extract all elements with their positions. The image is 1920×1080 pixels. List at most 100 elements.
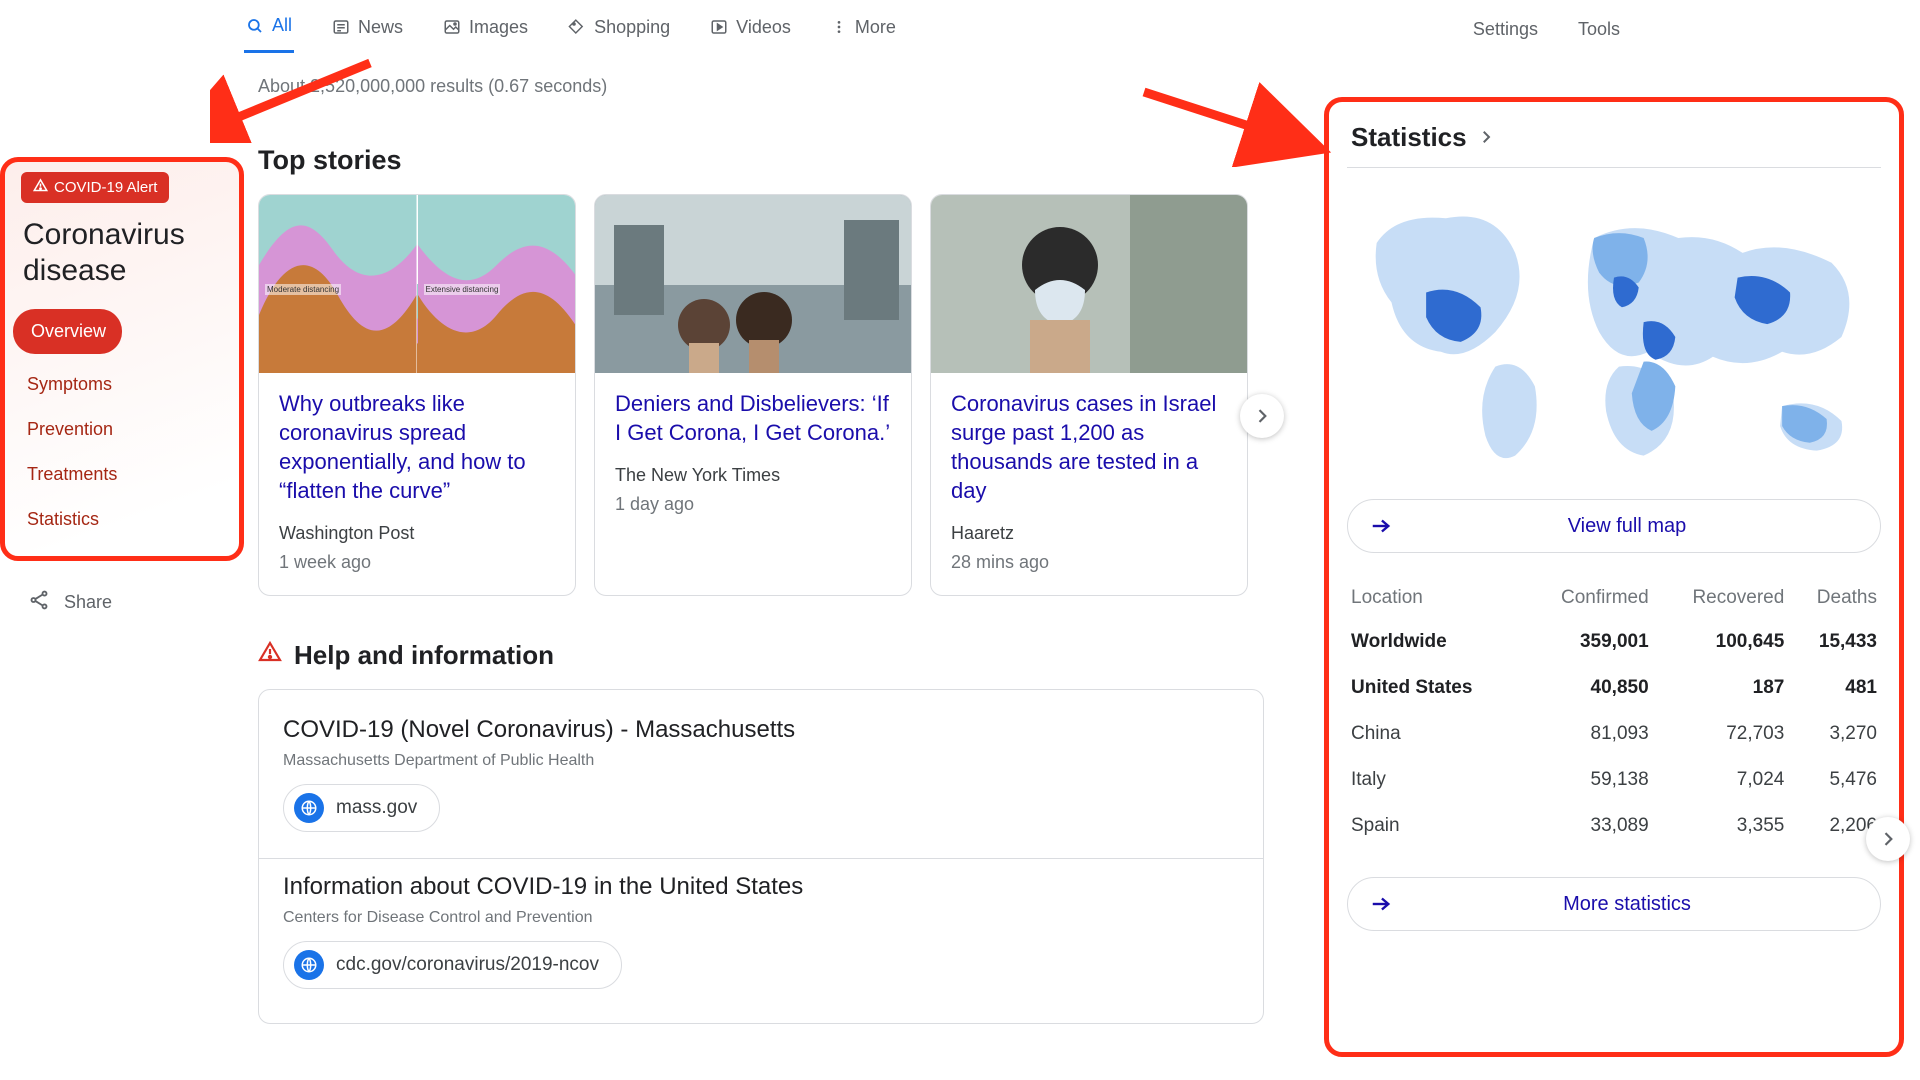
cell: 5,476 [1788,757,1881,803]
covid-alert-label: COVID-19 Alert [54,179,157,196]
help-source-chip[interactable]: cdc.gov/coronavirus/2019-ncov [283,941,622,989]
sidebar-item-prevention[interactable]: Prevention [5,407,239,452]
story-title[interactable]: Coronavirus cases in Israel surge past 1… [951,389,1227,505]
globe-icon [294,950,324,980]
tab-shopping-label: Shopping [594,17,670,38]
tab-news-label: News [358,17,403,38]
help-heading-label: Help and information [294,640,554,671]
top-stories-heading: Top stories [258,145,1264,176]
tab-more-label: More [855,17,896,38]
top-stories-carousel: Moderate distancing [258,194,1264,596]
cell: 100,645 [1653,619,1789,665]
tab-shopping[interactable]: Shopping [566,7,672,52]
cell: China [1347,711,1523,757]
warning-icon [33,178,48,197]
story-time: 1 week ago [279,552,555,573]
table-row[interactable]: China81,09372,7033,270 [1347,711,1881,757]
help-heading: Help and information [258,640,1264,671]
arrow-right-icon [1368,515,1394,537]
help-chip-label: cdc.gov/coronavirus/2019-ncov [336,954,599,976]
tab-videos-label: Videos [736,17,791,38]
tab-more[interactable]: More [829,7,898,52]
tab-all[interactable]: All [244,5,294,53]
chevron-right-icon [1477,122,1495,153]
tab-all-label: All [272,15,292,36]
sidebar-title: Coronavirus disease [23,217,223,289]
search-tabs-bar: All News Images Shopping Videos More Set… [0,0,1920,58]
cell: Italy [1347,757,1523,803]
world-map[interactable] [1347,182,1881,487]
story-time: 28 mins ago [951,552,1227,573]
table-row[interactable]: United States40,850187481 [1347,665,1881,711]
story-thumbnail: Moderate distancing [259,195,575,373]
image-icon [443,18,461,36]
view-full-map-button[interactable]: View full map [1347,499,1881,553]
cell: 359,001 [1523,619,1653,665]
arrow-right-icon [1368,893,1394,915]
globe-icon [294,793,324,823]
cell: Spain [1347,803,1523,849]
story-title[interactable]: Why outbreaks like coronavirus spread ex… [279,389,555,505]
thumb-caption: Extensive distancing [424,284,501,295]
cell: 7,024 [1653,757,1789,803]
covid-alert-badge: COVID-19 Alert [21,172,169,203]
story-source: The New York Times [615,465,891,486]
help-source-chip[interactable]: mass.gov [283,784,440,832]
cell: 72,703 [1653,711,1789,757]
cell: 59,138 [1523,757,1653,803]
stories-next-button[interactable] [1240,394,1284,438]
tab-images[interactable]: Images [441,7,530,52]
statistics-heading[interactable]: Statistics [1347,116,1881,168]
col-location: Location [1347,579,1523,619]
settings-link[interactable]: Settings [1473,19,1538,40]
help-chip-label: mass.gov [336,797,417,819]
table-header: Location Confirmed Recovered Deaths [1347,579,1881,619]
help-box: COVID-19 (Novel Coronavirus) - Massachus… [258,689,1264,1024]
help-item: COVID-19 (Novel Coronavirus) - Massachus… [259,702,1263,854]
story-source: Haaretz [951,523,1227,544]
table-row[interactable]: Worldwide359,001100,64515,433 [1347,619,1881,665]
help-item-title[interactable]: COVID-19 (Novel Coronavirus) - Massachus… [283,716,1239,744]
cell: United States [1347,665,1523,711]
table-row[interactable]: Italy59,1387,0245,476 [1347,757,1881,803]
share-button[interactable]: Share [28,589,244,616]
sidebar-item-treatments[interactable]: Treatments [5,452,239,497]
statistics-table: Location Confirmed Recovered Deaths Worl… [1347,579,1881,849]
story-source: Washington Post [279,523,555,544]
cell: 15,433 [1788,619,1881,665]
cell: 33,089 [1523,803,1653,849]
covid-sidebar-panel: COVID-19 Alert Coronavirus disease Overv… [0,157,244,561]
story-card[interactable]: Moderate distancing [258,194,576,596]
sidebar-item-statistics[interactable]: Statistics [5,497,239,542]
statistics-next-button[interactable] [1866,817,1910,861]
tools-link[interactable]: Tools [1578,19,1620,40]
help-item: Information about COVID-19 in the United… [259,858,1263,1011]
col-deaths: Deaths [1788,579,1881,619]
story-card[interactable]: Coronavirus cases in Israel surge past 1… [930,194,1248,596]
more-statistics-button[interactable]: More statistics [1347,877,1881,931]
more-icon [831,18,847,36]
sidebar-item-symptoms[interactable]: Symptoms [5,362,239,407]
statistics-panel: Statistics [1324,97,1904,1057]
more-statistics-label: More statistics [1394,893,1860,916]
share-label: Share [64,592,112,613]
tag-icon [568,18,586,36]
help-item-subtitle: Massachusetts Department of Public Healt… [283,752,1239,770]
result-count: About 2,520,000,000 results (0.67 second… [0,76,1920,97]
story-thumbnail [595,195,911,373]
sidebar-item-overview[interactable]: Overview [13,309,122,354]
story-title[interactable]: Deniers and Disbelievers: ‘If I Get Coro… [615,389,891,447]
col-recovered: Recovered [1653,579,1789,619]
search-icon [246,17,264,35]
table-row[interactable]: Spain33,0893,3552,206 [1347,803,1881,849]
news-icon [332,18,350,36]
story-card[interactable]: Deniers and Disbelievers: ‘If I Get Coro… [594,194,912,596]
cell: 81,093 [1523,711,1653,757]
tab-videos[interactable]: Videos [708,7,793,52]
thumb-caption: Moderate distancing [265,284,341,295]
help-item-subtitle: Centers for Disease Control and Preventi… [283,909,1239,927]
cell: Worldwide [1347,619,1523,665]
cell: 3,355 [1653,803,1789,849]
tab-news[interactable]: News [330,7,405,52]
help-item-title[interactable]: Information about COVID-19 in the United… [283,873,1239,901]
